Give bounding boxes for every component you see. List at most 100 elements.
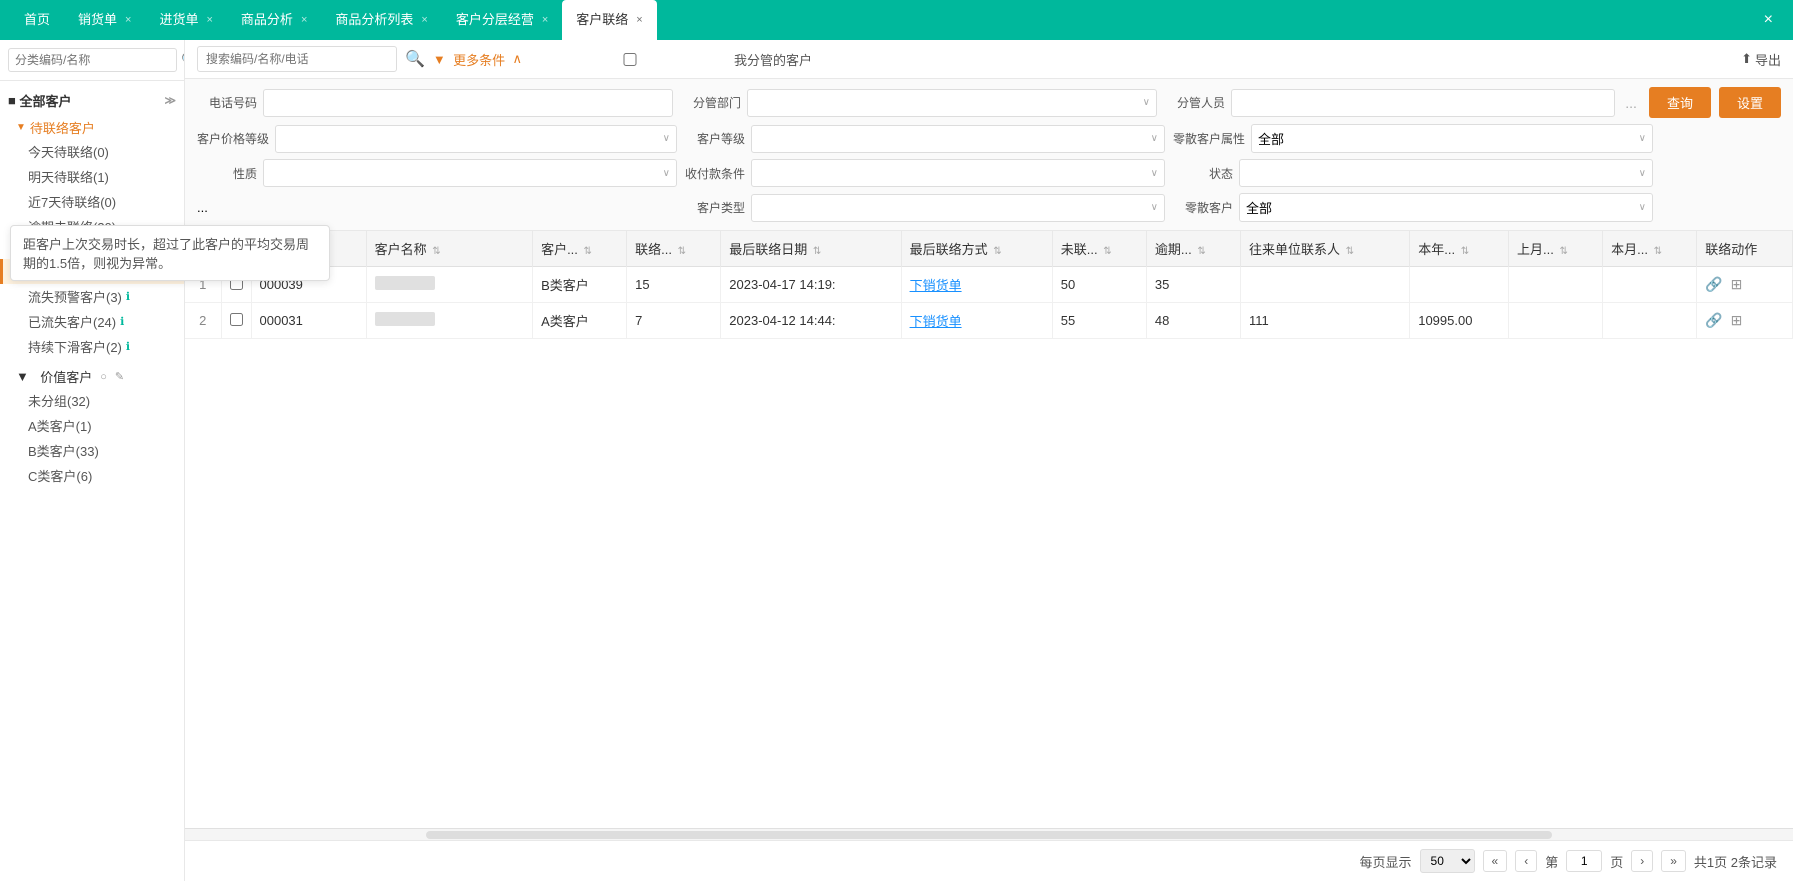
nav-product-analysis[interactable]: 商品分析 × bbox=[227, 0, 321, 40]
col-overdue[interactable]: 逾期... ⇅ bbox=[1146, 231, 1240, 267]
nav-purchase-order[interactable]: 进货单 × bbox=[145, 0, 226, 40]
filter-status: 状态 ∨ bbox=[1173, 159, 1653, 187]
overdue-sort-icon: ⇅ bbox=[1197, 246, 1205, 257]
sidebar-a-customers[interactable]: A类客户(1) bbox=[0, 413, 184, 438]
lost-pending-info-icon[interactable]: ℹ bbox=[126, 290, 130, 303]
sidebar-value-group[interactable]: ▼ 价值客户 ○ ✎ bbox=[0, 363, 184, 388]
last-page-button[interactable]: » bbox=[1661, 850, 1686, 872]
sidebar-7days-pending[interactable]: 近7天待联络(0) bbox=[0, 189, 184, 214]
row2-action-icons: 🔗 ⊞ bbox=[1705, 312, 1784, 329]
close-purchase-order-icon[interactable]: × bbox=[206, 0, 212, 40]
last-month-sort-icon: ⇅ bbox=[1559, 246, 1567, 257]
col-contact-person[interactable]: 往来单位联系人 ⇅ bbox=[1240, 231, 1409, 267]
sidebar-today-pending[interactable]: 今天待联络(0) bbox=[0, 139, 184, 164]
sidebar-tomorrow-pending[interactable]: 明天待联络(1) bbox=[0, 164, 184, 189]
row1-last-month bbox=[1509, 267, 1603, 303]
close-all-button[interactable]: × bbox=[1754, 11, 1783, 29]
dept-select[interactable]: ∨ bbox=[747, 89, 1157, 117]
row1-unpaid: 50 bbox=[1052, 267, 1146, 303]
customer-level-arrow-icon: ∨ bbox=[1151, 133, 1158, 144]
sidebar-all-customers[interactable]: ■ 全部客户 ≫ bbox=[0, 87, 184, 114]
nature-select[interactable]: ∨ bbox=[263, 159, 677, 187]
contact-person-sort-icon: ⇅ bbox=[1346, 246, 1354, 257]
price-level-select[interactable]: ∨ bbox=[275, 125, 677, 153]
close-customer-tier-icon[interactable]: × bbox=[542, 0, 548, 40]
export-button[interactable]: ⬆ 导出 bbox=[1741, 50, 1781, 69]
col-last-contact-date[interactable]: 最后联络日期 ⇅ bbox=[721, 231, 901, 267]
close-customer-contact-icon[interactable]: × bbox=[636, 0, 642, 40]
payment-arrow-icon: ∨ bbox=[1151, 168, 1158, 179]
customer-level-select[interactable]: ∨ bbox=[751, 125, 1165, 153]
more-conditions-button[interactable]: ▼ 更多条件 ∧ bbox=[433, 50, 522, 69]
col-category[interactable]: 客户... ⇅ bbox=[533, 231, 627, 267]
page-number-input[interactable] bbox=[1566, 850, 1602, 872]
sidebar-b-customers[interactable]: B类客户(33) bbox=[0, 438, 184, 463]
per-page-select[interactable]: 50 100 200 bbox=[1420, 849, 1475, 873]
row1-grid-icon[interactable]: ⊞ bbox=[1731, 276, 1743, 293]
manager-input[interactable] bbox=[1231, 89, 1615, 117]
scatter-attr-select[interactable]: 全部 ∨ bbox=[1251, 124, 1653, 153]
sidebar-search-input[interactable] bbox=[8, 48, 177, 72]
nav-customer-contact[interactable]: 客户联络 × bbox=[562, 0, 656, 40]
row4-dots-icon[interactable]: ... bbox=[197, 200, 208, 215]
nav-customer-tier[interactable]: 客户分层经营 × bbox=[442, 0, 562, 40]
col-last-month[interactable]: 上月... ⇅ bbox=[1509, 231, 1603, 267]
sidebar-ungrouped[interactable]: 未分组(32) bbox=[0, 388, 184, 413]
status-select[interactable]: ∨ bbox=[1239, 159, 1653, 187]
row1-overdue: 35 bbox=[1146, 267, 1240, 303]
bottom-scrollbar[interactable] bbox=[185, 828, 1793, 840]
col-this-year[interactable]: 本年... ⇅ bbox=[1410, 231, 1509, 267]
adv-filter-row2: 客户价格等级 ∨ 客户等级 ∨ 零散客户属性 全部 bbox=[197, 124, 1781, 153]
edit-value-group-icon[interactable]: ○ bbox=[100, 371, 107, 383]
last-contact-date-sort-icon: ⇅ bbox=[813, 246, 821, 257]
phone-input[interactable] bbox=[263, 89, 673, 117]
table-scroll[interactable]: 客户编码 ⇅ 客户名称 ⇅ 客户... ⇅ bbox=[185, 231, 1793, 828]
row2-link-icon[interactable]: 🔗 bbox=[1705, 312, 1722, 329]
this-year-sort-icon: ⇅ bbox=[1461, 246, 1469, 257]
row1-link-icon[interactable]: 🔗 bbox=[1705, 276, 1722, 293]
col-contact[interactable]: 联络... ⇅ bbox=[627, 231, 721, 267]
row2-checkbox[interactable] bbox=[230, 313, 243, 326]
my-customers-checkbox[interactable] bbox=[530, 53, 730, 66]
setting-button[interactable]: 设置 bbox=[1719, 87, 1781, 118]
already-lost-info-icon[interactable]: ℹ bbox=[120, 315, 124, 328]
sidebar-already-lost[interactable]: 已流失客户(24) ℹ bbox=[0, 309, 184, 334]
sidebar-continuous-down[interactable]: 持续下滑客户(2) ℹ bbox=[0, 334, 184, 359]
row2-actions: 🔗 ⊞ bbox=[1697, 303, 1793, 339]
sidebar-pending-group[interactable]: ▼ 待联络客户 bbox=[0, 114, 184, 139]
close-product-list-icon[interactable]: × bbox=[421, 0, 427, 40]
my-customers-checkbox-area: 我分管的客户 bbox=[530, 50, 812, 69]
sidebar-c-customers[interactable]: C类客户(6) bbox=[0, 463, 184, 488]
row1-category: B类客户 bbox=[533, 267, 627, 303]
search-button[interactable]: 🔍 bbox=[405, 49, 425, 69]
row1-last-contact-method[interactable]: 下销货单 bbox=[901, 267, 1052, 303]
manager-dots-icon[interactable]: ... bbox=[1621, 95, 1641, 111]
row2-grid-icon[interactable]: ⊞ bbox=[1731, 312, 1743, 329]
nav-product-analysis-list[interactable]: 商品分析列表 × bbox=[321, 0, 441, 40]
nav-sales-order[interactable]: 销货单 × bbox=[64, 0, 145, 40]
close-product-analysis-icon[interactable]: × bbox=[301, 0, 307, 40]
customer-type-select[interactable]: ∨ bbox=[751, 194, 1165, 222]
sidebar-lost-pending[interactable]: 流失预警客户(3) ℹ bbox=[0, 284, 184, 309]
table-row: 2 000031 A类客户 7 2023-04-12 14:44: bbox=[185, 303, 1793, 339]
col-name[interactable]: 客户名称 ⇅ bbox=[366, 231, 532, 267]
col-unpaid[interactable]: 未联... ⇅ bbox=[1052, 231, 1146, 267]
row2-last-contact-method[interactable]: 下销货单 bbox=[901, 303, 1052, 339]
continuous-down-info-icon[interactable]: ℹ bbox=[126, 340, 130, 353]
prev-page-button[interactable]: ‹ bbox=[1515, 850, 1537, 872]
col-this-month[interactable]: 本月... ⇅ bbox=[1603, 231, 1697, 267]
row2-this-year: 10995.00 bbox=[1410, 303, 1509, 339]
nav-home[interactable]: 首页 bbox=[10, 0, 64, 40]
edit2-value-group-icon[interactable]: ✎ bbox=[115, 370, 124, 383]
close-sales-order-icon[interactable]: × bbox=[125, 0, 131, 40]
payment-select[interactable]: ∨ bbox=[751, 159, 1165, 187]
query-button[interactable]: 查询 bbox=[1649, 87, 1711, 118]
col-last-contact-method[interactable]: 最后联络方式 ⇅ bbox=[901, 231, 1052, 267]
search-input[interactable] bbox=[197, 46, 397, 72]
collapse-icon[interactable]: ≫ bbox=[164, 94, 176, 107]
scatter-customer-select[interactable]: 全部 ∨ bbox=[1239, 193, 1653, 222]
content-area: 🔍 ▼ 更多条件 ∧ 我分管的客户 ⬆ 导出 电话号码 bbox=[185, 40, 1793, 881]
first-page-button[interactable]: « bbox=[1483, 850, 1508, 872]
row2-last-contact-date: 2023-04-12 14:44: bbox=[721, 303, 901, 339]
next-page-button[interactable]: › bbox=[1631, 850, 1653, 872]
